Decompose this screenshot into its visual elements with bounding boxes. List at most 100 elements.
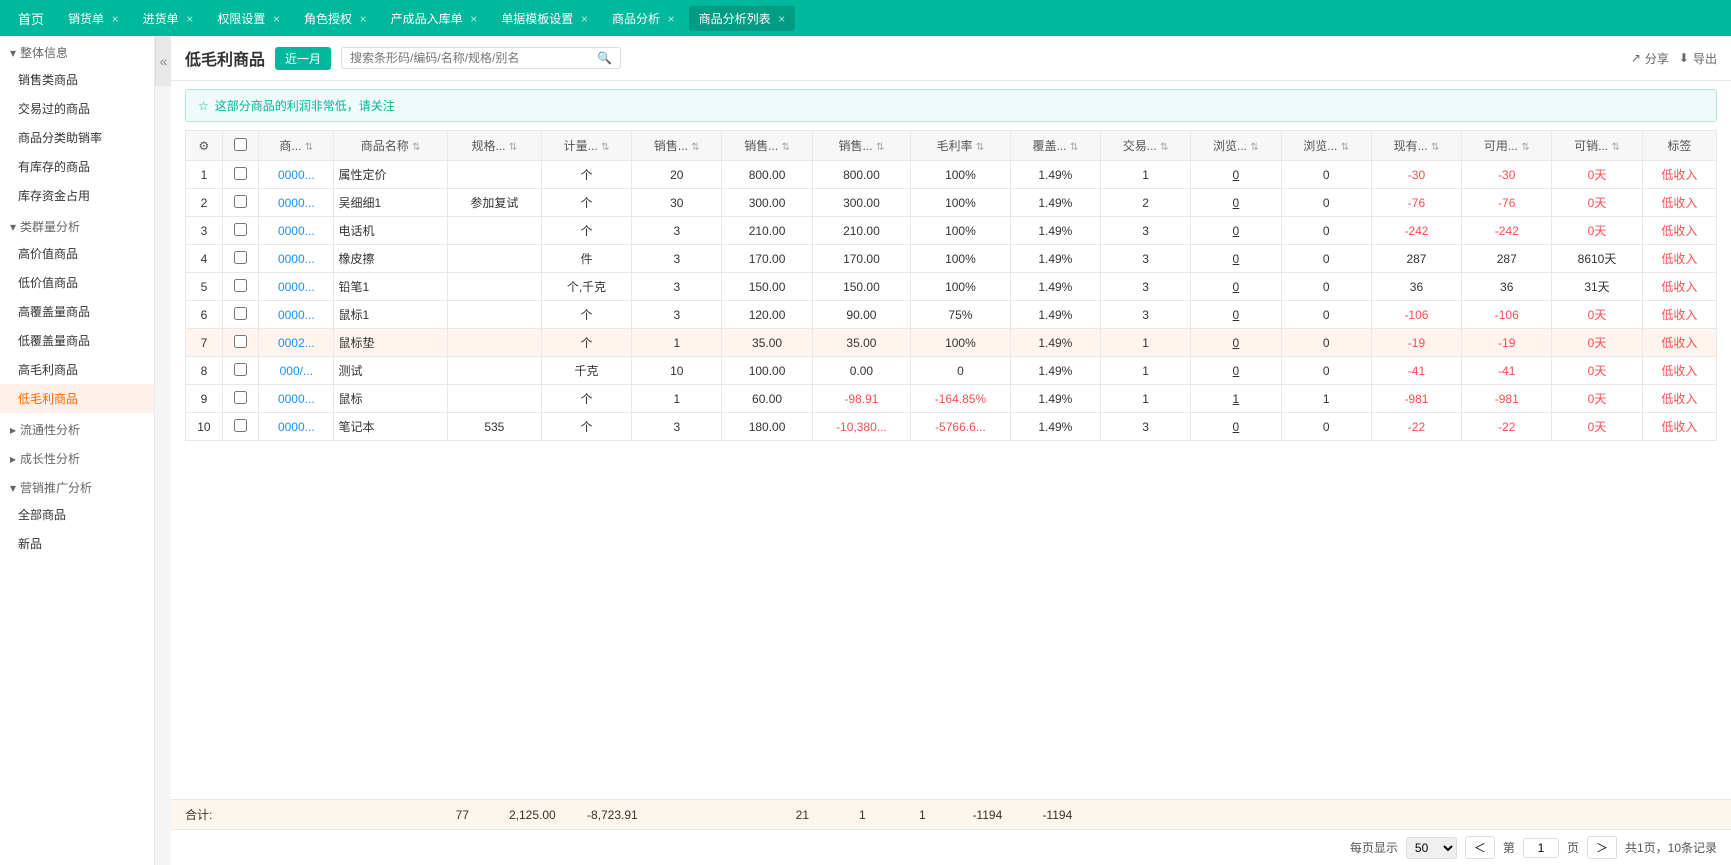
sidebar-item-low-margin[interactable]: 低毛利商品: [0, 384, 154, 413]
cell-checkbox[interactable]: [222, 161, 258, 189]
cell-tag: 低收入: [1642, 301, 1716, 329]
cell-checkbox[interactable]: [222, 413, 258, 441]
sidebar-group-cluster[interactable]: ▾ 类群量分析: [0, 210, 154, 239]
nav-role-auth[interactable]: 角色授权 ×: [294, 6, 377, 31]
cell-views1: 0: [1191, 217, 1281, 245]
table-row: 5 0000... 铅笔1 个,千克 3 150.00 150.00 100% …: [186, 273, 1717, 301]
cell-checkbox[interactable]: [222, 385, 258, 413]
cell-spec: 参加复试: [447, 189, 541, 217]
cell-coverage: 1.49%: [1010, 301, 1100, 329]
nav-product-analysis-list[interactable]: 商品分析列表 ×: [689, 6, 796, 31]
next-page-button[interactable]: ＞: [1587, 836, 1617, 859]
col-sale-amount[interactable]: 销售... ⇅: [722, 131, 812, 161]
nav-product-inbound[interactable]: 产成品入库单 ×: [381, 6, 488, 31]
nav-sales[interactable]: 销货单 ×: [58, 6, 129, 31]
sidebar-item-high-margin[interactable]: 高毛利商品: [0, 355, 154, 384]
col-tag[interactable]: 标签: [1642, 131, 1716, 161]
col-settings[interactable]: ⚙: [186, 131, 223, 161]
sidebar-group-growth[interactable]: ▸ 成长性分析: [0, 442, 154, 471]
col-available[interactable]: 可用... ⇅: [1462, 131, 1552, 161]
footer-trade: 21: [772, 808, 832, 822]
search-input[interactable]: [350, 51, 597, 65]
nav-template-settings[interactable]: 单据模板设置 ×: [491, 6, 598, 31]
cell-unit: 个,千克: [541, 273, 631, 301]
col-gross-rate[interactable]: 毛利率 ⇅: [911, 131, 1011, 161]
top-navigation: 首页 销货单 × 进货单 × 权限设置 × 角色授权 × 产成品入库单 × 单据…: [0, 0, 1731, 36]
row-checkbox[interactable]: [234, 279, 247, 292]
filter-period-button[interactable]: 近一月: [275, 47, 331, 70]
sidebar-item-category-rate[interactable]: 商品分类助销率: [0, 123, 154, 152]
cell-views2: 1: [1281, 385, 1371, 413]
cell-sale-profit: 35.00: [812, 329, 910, 357]
cell-saleable: 0天: [1552, 385, 1642, 413]
col-views2[interactable]: 浏览... ⇅: [1281, 131, 1371, 161]
col-saleable[interactable]: 可销... ⇅: [1552, 131, 1642, 161]
arrow-icon-5: ▾: [10, 481, 16, 495]
page-size-select[interactable]: 50 100 200: [1406, 837, 1457, 859]
col-checkbox[interactable]: [222, 131, 258, 161]
sidebar-item-low-value[interactable]: 低价值商品: [0, 268, 154, 297]
nav-purchase[interactable]: 进货单 ×: [133, 6, 204, 31]
row-checkbox[interactable]: [234, 167, 247, 180]
row-checkbox[interactable]: [234, 307, 247, 320]
sidebar-item-low-coverage[interactable]: 低覆盖量商品: [0, 326, 154, 355]
search-icon[interactable]: 🔍: [597, 51, 612, 65]
sidebar-item-all-goods[interactable]: 全部商品: [0, 500, 154, 529]
row-checkbox[interactable]: [234, 391, 247, 404]
nav-product-analysis[interactable]: 商品分析 ×: [602, 6, 685, 31]
cell-coverage: 1.49%: [1010, 273, 1100, 301]
sidebar-item-traded-goods[interactable]: 交易过的商品: [0, 94, 154, 123]
sidebar-collapse-button[interactable]: «: [155, 36, 171, 86]
cell-checkbox[interactable]: [222, 189, 258, 217]
cell-checkbox[interactable]: [222, 273, 258, 301]
sidebar-item-high-coverage[interactable]: 高覆盖量商品: [0, 297, 154, 326]
cell-sale-amount: 35.00: [722, 329, 812, 357]
share-button[interactable]: ↗ 分享: [1631, 50, 1669, 67]
cell-checkbox[interactable]: [222, 245, 258, 273]
row-checkbox[interactable]: [234, 195, 247, 208]
col-name[interactable]: 商品名称 ⇅: [334, 131, 447, 161]
select-all-checkbox[interactable]: [234, 138, 247, 151]
cell-checkbox[interactable]: [222, 301, 258, 329]
cell-unit: 个: [541, 385, 631, 413]
row-checkbox[interactable]: [234, 223, 247, 236]
cell-current-stock: -22: [1371, 413, 1461, 441]
sidebar-group-circulation[interactable]: ▸ 流通性分析: [0, 413, 154, 442]
col-spec[interactable]: 规格... ⇅: [447, 131, 541, 161]
col-coverage[interactable]: 覆盖... ⇅: [1010, 131, 1100, 161]
cell-name: 测试: [334, 357, 447, 385]
sidebar-item-new-goods[interactable]: 新品: [0, 529, 154, 558]
sidebar-group-overall[interactable]: ▾ 整体信息: [0, 36, 154, 65]
table-footer: 合计: 77 2,125.00 -8,723.91 21 1 1 -1194 -…: [171, 799, 1731, 829]
cell-views2: 0: [1281, 161, 1371, 189]
col-unit[interactable]: 计量... ⇅: [541, 131, 631, 161]
row-checkbox[interactable]: [234, 251, 247, 264]
col-current-stock[interactable]: 现有... ⇅: [1371, 131, 1461, 161]
page-number-input[interactable]: [1523, 838, 1559, 858]
col-views1[interactable]: 浏览... ⇅: [1191, 131, 1281, 161]
cell-checkbox[interactable]: [222, 357, 258, 385]
row-checkbox[interactable]: [234, 363, 247, 376]
nav-home[interactable]: 首页: [8, 5, 54, 32]
cell-checkbox[interactable]: [222, 217, 258, 245]
sidebar-group-marketing[interactable]: ▾ 营销推广分析: [0, 471, 154, 500]
sidebar-item-stock-goods[interactable]: 有库存的商品: [0, 152, 154, 181]
col-sale-count[interactable]: 销售... ⇅: [632, 131, 722, 161]
sidebar-item-high-value[interactable]: 高价值商品: [0, 239, 154, 268]
cell-sale-amount: 60.00: [722, 385, 812, 413]
row-checkbox[interactable]: [234, 335, 247, 348]
cell-code: 0000...: [259, 189, 334, 217]
col-code[interactable]: 商... ⇅: [259, 131, 334, 161]
cell-sale-amount: 150.00: [722, 273, 812, 301]
prev-page-button[interactable]: ＜: [1465, 836, 1495, 859]
cell-checkbox[interactable]: [222, 329, 258, 357]
sidebar-item-stock-capital[interactable]: 库存资金占用: [0, 181, 154, 210]
col-sale-profit[interactable]: 销售... ⇅: [812, 131, 910, 161]
export-button[interactable]: ⬇ 导出: [1679, 50, 1717, 67]
row-checkbox[interactable]: [234, 419, 247, 432]
col-trade[interactable]: 交易... ⇅: [1100, 131, 1190, 161]
nav-permissions[interactable]: 权限设置 ×: [207, 6, 290, 31]
cell-tag: 低收入: [1642, 329, 1716, 357]
table-row: 2 0000... 吴细细1 参加复试 个 30 300.00 300.00 1…: [186, 189, 1717, 217]
sidebar-item-sales-goods[interactable]: 销售类商品: [0, 65, 154, 94]
